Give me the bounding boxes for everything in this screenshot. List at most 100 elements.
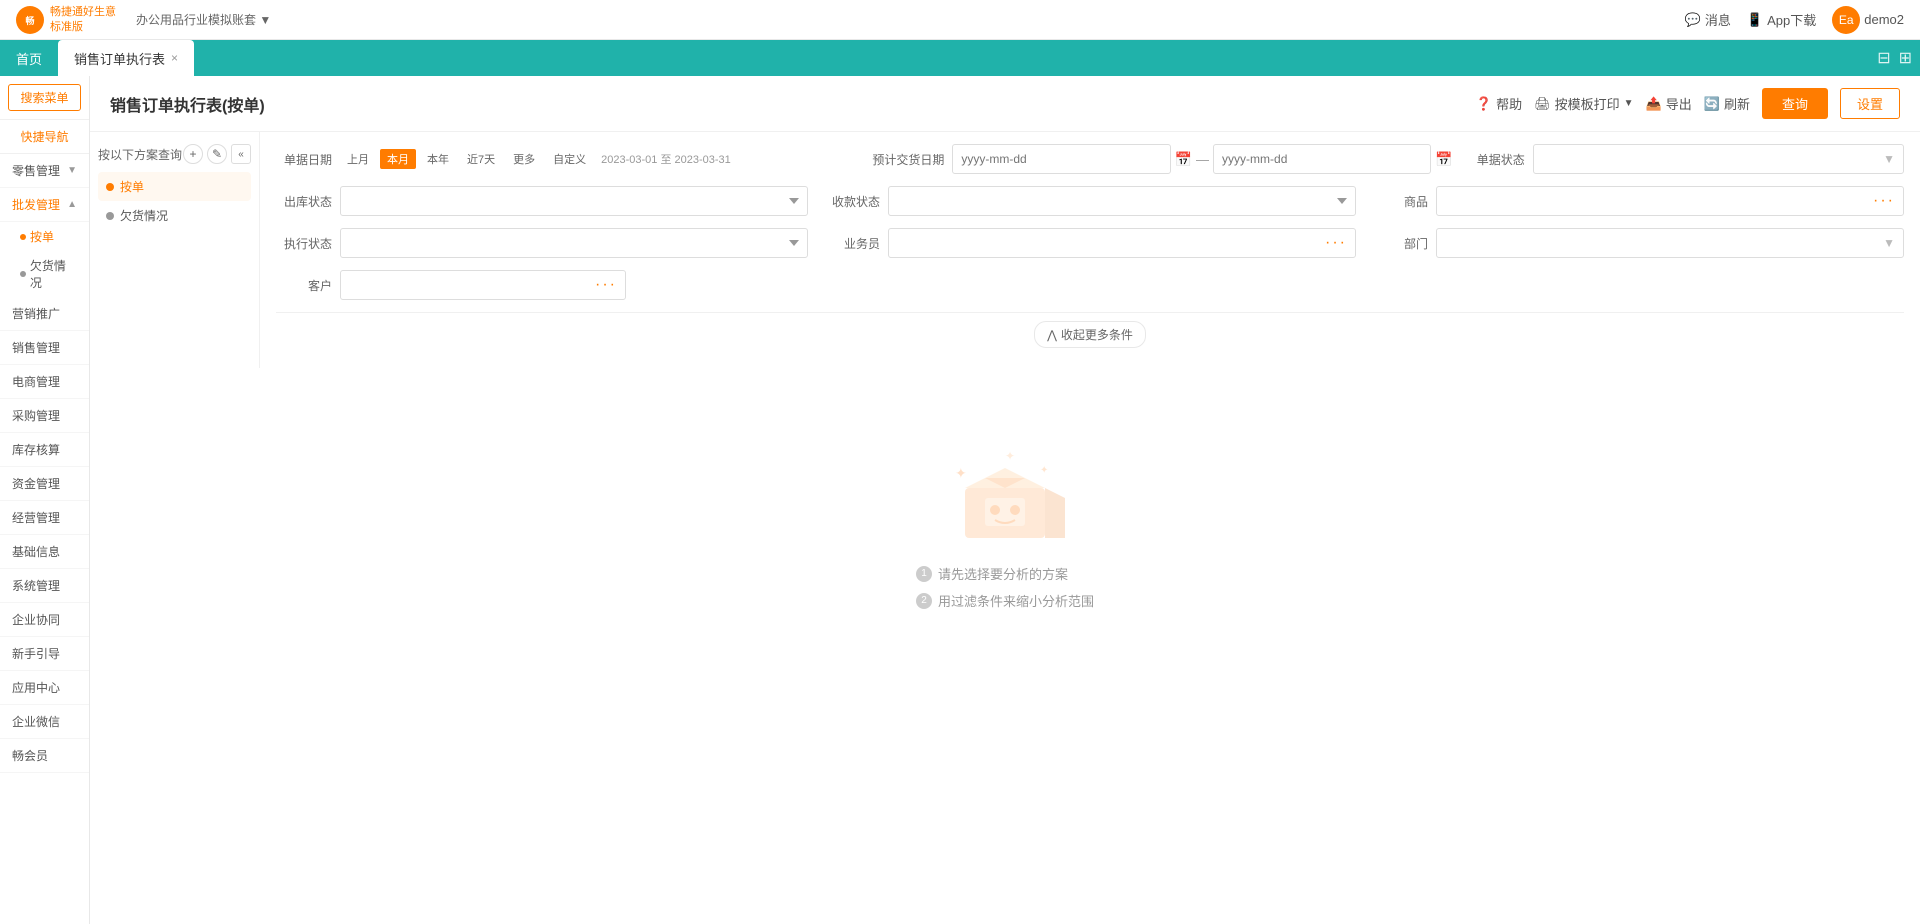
- sidebar-item-enterprise[interactable]: 企业协同: [0, 603, 89, 637]
- customer-picker[interactable]: ···: [340, 270, 626, 300]
- filter-group-customer: 客户 ···: [276, 270, 626, 300]
- sidebar: 搜索菜单 快捷导航 零售管理 ▼ 批发管理 ▲ 按单 欠货情况 营销推广: [0, 76, 90, 924]
- goods-label: 商品: [1372, 193, 1428, 210]
- sidebar-item-basic[interactable]: 基础信息: [0, 535, 89, 569]
- payment-status-select[interactable]: [888, 186, 1356, 216]
- filter-row-4: 客户 ···: [276, 270, 1904, 300]
- add-scheme-button[interactable]: +: [183, 144, 203, 164]
- svg-text:✦: ✦: [1040, 465, 1048, 476]
- collapse-scheme-button[interactable]: «: [231, 144, 251, 164]
- tip-number-2: 2: [916, 593, 932, 609]
- date-tag-this-year[interactable]: 本年: [420, 149, 456, 169]
- edit-scheme-button[interactable]: ✎: [207, 144, 227, 164]
- salesperson-label: 业务员: [824, 235, 880, 252]
- search-button[interactable]: 查询: [1762, 88, 1828, 119]
- settings-button[interactable]: 设置: [1840, 88, 1900, 119]
- search-menu-button[interactable]: 搜索菜单: [8, 84, 81, 111]
- date-start-input[interactable]: [952, 144, 1170, 174]
- sidebar-item-purchase[interactable]: 采购管理: [0, 399, 89, 433]
- date-label: 单据日期: [276, 151, 332, 168]
- calendar-end-icon[interactable]: 📅: [1435, 151, 1452, 168]
- dept-label: 部门: [1372, 235, 1428, 252]
- sidebar-item-ecommerce[interactable]: 电商管理: [0, 365, 89, 399]
- print-icon: 🖨: [1534, 96, 1551, 112]
- page-actions: ❓ 帮助 🖨 按模板打印 ▼ 📤 导出 🔄 刷新: [1476, 88, 1900, 119]
- svg-text:✦: ✦: [1005, 449, 1015, 463]
- customer-label: 客户: [276, 277, 332, 294]
- tab-home[interactable]: 首页: [0, 40, 58, 76]
- sidebar-item-sales[interactable]: 销售管理: [0, 331, 89, 365]
- collapse-row: ⋀ 收起更多条件: [276, 312, 1904, 356]
- filter-group-date: 单据日期 上月 本月 本年 近7天 更多 自定义 2023-03-01 至 20…: [276, 149, 856, 169]
- empty-illustration: ✦ ✦ ✦: [945, 448, 1065, 548]
- empty-tip-2: 2 用过滤条件来缩小分析范围: [916, 591, 1094, 610]
- sidebar-item-marketing[interactable]: 营销推广: [0, 297, 89, 331]
- dept-select[interactable]: ▼: [1436, 228, 1904, 258]
- sidebar-item-wholesale[interactable]: 批发管理 ▲: [0, 188, 89, 222]
- content-area: 销售订单执行表(按单) ❓ 帮助 🖨 按模板打印 ▼ 📤 导出: [90, 76, 1920, 924]
- page-title: 销售订单执行表(按单): [110, 92, 265, 116]
- export-button[interactable]: 📤 导出: [1646, 94, 1692, 113]
- date-range-inputs: 📅 — 📅: [952, 144, 1452, 174]
- date-end-input[interactable]: [1213, 144, 1431, 174]
- sidebar-subitem-order[interactable]: 按单: [0, 222, 89, 251]
- salesperson-picker[interactable]: ···: [888, 228, 1356, 258]
- refresh-button[interactable]: 🔄 刷新: [1704, 94, 1750, 113]
- sidebar-item-system[interactable]: 系统管理: [0, 569, 89, 603]
- scheme-item-order[interactable]: 按单: [98, 172, 251, 201]
- breadcrumb[interactable]: 办公用品行业模拟账套 ▼: [136, 11, 271, 28]
- goods-picker[interactable]: ···: [1436, 186, 1904, 216]
- sidebar-subitem-backorder[interactable]: 欠货情况: [0, 251, 89, 297]
- export-icon: 📤: [1646, 96, 1662, 112]
- print-button[interactable]: 🖨 按模板打印 ▼: [1534, 94, 1633, 113]
- filter-group-dept: 部门 ▼: [1372, 228, 1904, 258]
- sidebar-nav-label: 快捷导航: [0, 120, 89, 154]
- user-menu[interactable]: Ea demo2: [1832, 6, 1904, 34]
- scheme-item-backorder[interactable]: 欠货情况: [98, 201, 251, 230]
- exec-status-select[interactable]: [340, 228, 808, 258]
- date-tag-this-month[interactable]: 本月: [380, 149, 416, 169]
- top-header: 畅 畅捷通好生意 标准版 办公用品行业模拟账套 ▼ 💬 消息 📱 App下载 E…: [0, 0, 1920, 40]
- salesperson-dots-icon: ···: [1325, 234, 1347, 252]
- sidebar-item-wechat[interactable]: 企业微信: [0, 705, 89, 739]
- date-tags-group: 上月 本月 本年 近7天 更多 自定义: [340, 149, 593, 169]
- customer-dots-icon: ···: [595, 276, 617, 294]
- chevron-down-icon: ▼: [67, 165, 77, 176]
- app-download-button[interactable]: 📱 App下载: [1747, 10, 1816, 29]
- filter-group-delivery-date: 预计交货日期 📅 — 📅: [872, 144, 1452, 174]
- collapse-filters-button[interactable]: ⋀ 收起更多条件: [1034, 321, 1146, 348]
- sidebar-item-inventory[interactable]: 库存核算: [0, 433, 89, 467]
- refresh-icon: 🔄: [1704, 96, 1720, 112]
- sidebar-item-operations[interactable]: 经营管理: [0, 501, 89, 535]
- tab-sales-order[interactable]: 销售订单执行表 ×: [58, 40, 194, 76]
- date-tag-last-month[interactable]: 上月: [340, 149, 376, 169]
- sidebar-item-apps[interactable]: 应用中心: [0, 671, 89, 705]
- header-right: 💬 消息 📱 App下载 Ea demo2: [1685, 6, 1904, 34]
- tab-close-icon[interactable]: ×: [171, 51, 178, 65]
- tab-bar: 首页 销售订单执行表 × ⊟ ⊞: [0, 40, 1920, 76]
- date-tag-custom[interactable]: 自定义: [546, 149, 593, 169]
- sidebar-item-finance[interactable]: 资金管理: [0, 467, 89, 501]
- more-dots-icon: ···: [1873, 192, 1895, 210]
- message-button[interactable]: 💬 消息: [1685, 10, 1731, 29]
- app-icon: 📱: [1747, 12, 1763, 28]
- calendar-start-icon[interactable]: 📅: [1175, 151, 1192, 168]
- delivery-status-select[interactable]: [340, 186, 808, 216]
- filter-group-goods: 商品 ···: [1372, 186, 1904, 216]
- date-tag-more[interactable]: 更多: [506, 149, 542, 169]
- sidebar-item-member[interactable]: 畅会员: [0, 739, 89, 773]
- status-label: 单据状态: [1469, 151, 1525, 168]
- header-left: 畅 畅捷通好生意 标准版 办公用品行业模拟账套 ▼: [16, 5, 271, 34]
- help-button[interactable]: ❓ 帮助: [1476, 94, 1522, 113]
- empty-tip-1: 1 请先选择要分析的方案: [916, 564, 1094, 583]
- date-range-text: 2023-03-01 至 2023-03-31: [601, 151, 731, 167]
- sidebar-item-guide[interactable]: 新手引导: [0, 637, 89, 671]
- tab-minimize-icon[interactable]: ⊟: [1877, 48, 1890, 68]
- expected-date-label: 预计交货日期: [872, 151, 944, 168]
- exec-label: 执行状态: [276, 235, 332, 252]
- sidebar-item-retail[interactable]: 零售管理 ▼: [0, 154, 89, 188]
- status-select[interactable]: ▼: [1533, 144, 1904, 174]
- empty-tips: 1 请先选择要分析的方案 2 用过滤条件来缩小分析范围: [916, 564, 1094, 610]
- date-tag-7days[interactable]: 近7天: [460, 149, 502, 169]
- tab-maximize-icon[interactable]: ⊞: [1899, 48, 1912, 68]
